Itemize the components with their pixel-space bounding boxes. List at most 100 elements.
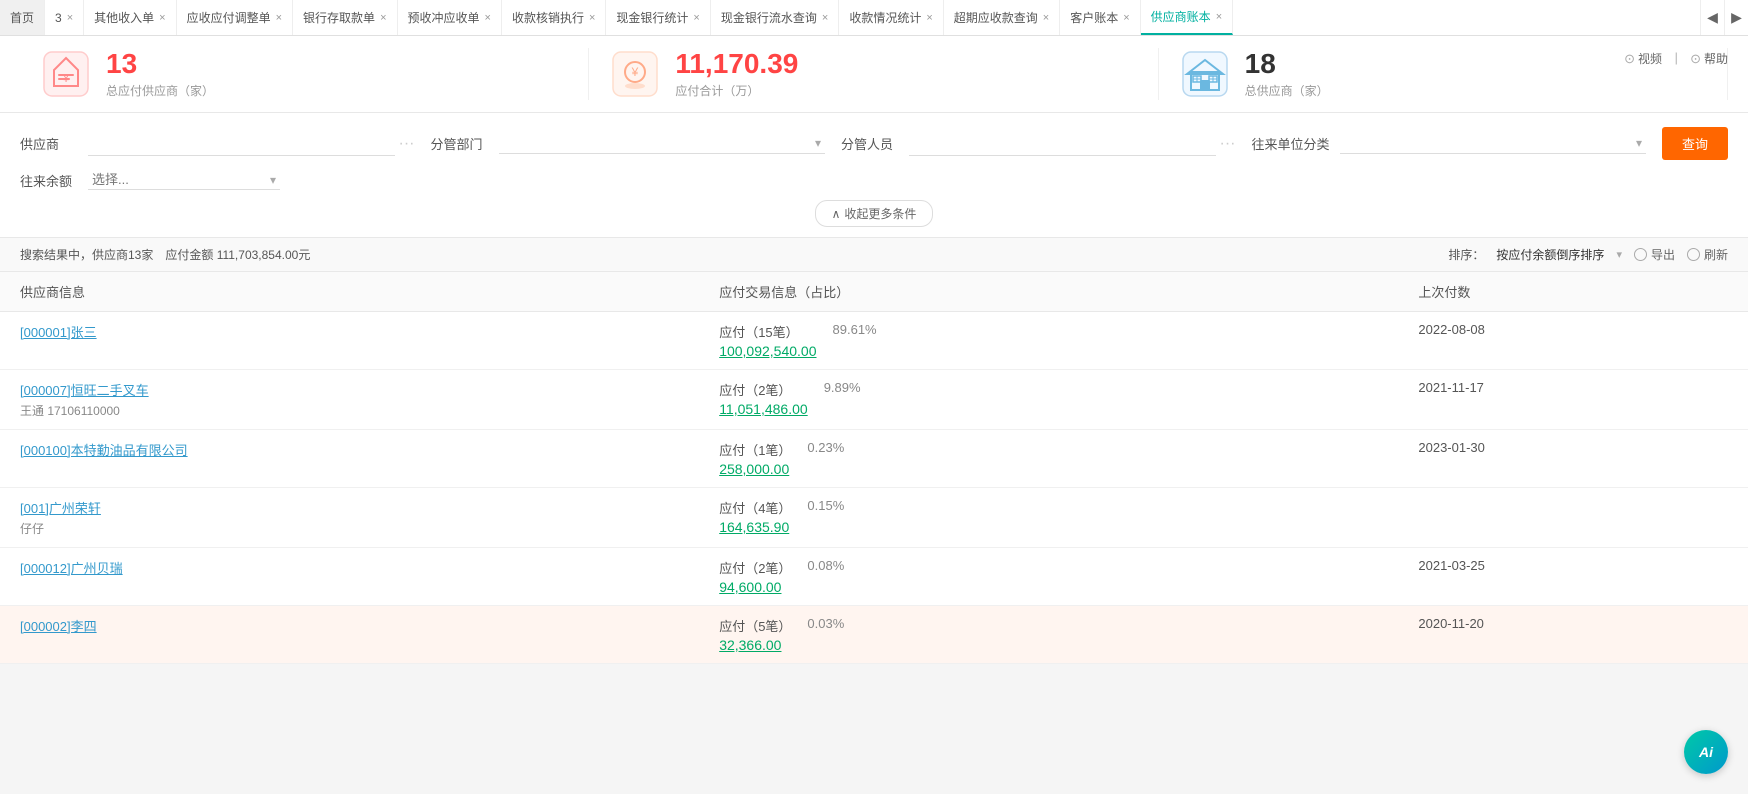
nav-tab-overdue-ar-label: 超期应收款查询 bbox=[954, 9, 1038, 26]
card2-label: 应付合计（万） bbox=[675, 82, 798, 99]
last-pay-cell bbox=[1398, 488, 1748, 548]
sort-value[interactable]: 按应付余额倒序排序 bbox=[1496, 246, 1604, 263]
nav-tab-3[interactable]: 3 × bbox=[45, 0, 84, 35]
close-tab-bank-deposit[interactable]: × bbox=[380, 12, 386, 24]
card3-label: 总供应商（家） bbox=[1245, 82, 1329, 99]
nav-tab-supplier-ledger[interactable]: 供应商账本 × bbox=[1141, 0, 1233, 35]
supplier-info-cell: [000012]广州贝瑞 bbox=[0, 548, 699, 606]
card-icon-payable: ¥ bbox=[40, 48, 92, 100]
table-row: [000002]李四 应付（5笔） 32,366.00 0.03% 2020-1… bbox=[0, 606, 1748, 664]
nav-tab-advance-ar-label: 预收冲应收单 bbox=[408, 9, 480, 26]
supplier-filter-input[interactable] bbox=[88, 132, 395, 156]
payable-amount[interactable]: 164,635.90 bbox=[719, 519, 791, 535]
circle-icon-help: ⊙ bbox=[1690, 51, 1701, 67]
payable-info-cell: 应付（15笔） 100,092,540.00 89.61% bbox=[699, 312, 1398, 370]
refresh-button[interactable]: 刷新 bbox=[1687, 246, 1728, 263]
close-tab-overdue-ar[interactable]: × bbox=[1043, 12, 1049, 24]
supplier-link[interactable]: [000100]本特勤油品有限公司 bbox=[20, 443, 188, 458]
summary-card-payable-total: ¥ 11,170.39 应付合计（万） bbox=[589, 48, 1158, 100]
nav-tab-other-income[interactable]: 其他收入单 × bbox=[84, 0, 176, 35]
supplier-link[interactable]: [001]广州荣轩 bbox=[20, 501, 101, 516]
last-pay-cell: 2021-11-17 bbox=[1398, 370, 1748, 430]
close-tab-cash-bank-stat[interactable]: × bbox=[693, 12, 699, 24]
nav-tab-cash-bank-flow[interactable]: 现金银行流水查询 × bbox=[711, 0, 839, 35]
payable-count: 应付（4笔） bbox=[719, 498, 791, 517]
payable-info-wrapper: 应付（2笔） 11,051,486.00 9.89% bbox=[719, 380, 1378, 417]
nav-tab-receipt-exec[interactable]: 收款核销执行 × bbox=[502, 0, 606, 35]
circle-icon-video: ⊙ bbox=[1624, 51, 1635, 67]
divider: ｜ bbox=[1670, 50, 1682, 67]
supplier-link[interactable]: [000007]恒旺二手叉车 bbox=[20, 383, 149, 398]
nav-prev-arrow[interactable]: ◀ bbox=[1700, 0, 1724, 36]
export-button[interactable]: 导出 bbox=[1634, 246, 1675, 263]
close-tab-cash-bank-flow[interactable]: × bbox=[822, 12, 828, 24]
card1-content: 13 总应付供应商（家） bbox=[106, 49, 214, 99]
payable-detail: 应付（2笔） 94,600.00 bbox=[719, 558, 791, 595]
nav-tab-overdue-ar[interactable]: 超期应收款查询 × bbox=[944, 0, 1060, 35]
results-amount: 应付金额 111,703,854.00元 bbox=[165, 246, 310, 263]
filter-balance: 往来余额 ▾ bbox=[20, 170, 280, 190]
close-tab-other-income[interactable]: × bbox=[159, 12, 165, 24]
nav-tab-advance-ar[interactable]: 预收冲应收单 × bbox=[398, 0, 502, 35]
nav-tab-customer-ledger[interactable]: 客户账本 × bbox=[1060, 0, 1140, 35]
supplier-filter-dots[interactable]: ··· bbox=[399, 135, 415, 153]
nav-tab-customer-ledger-label: 客户账本 bbox=[1070, 9, 1118, 26]
category-filter-select[interactable]: ▾ bbox=[1340, 134, 1647, 154]
payable-amount[interactable]: 100,092,540.00 bbox=[719, 343, 816, 359]
last-pay-cell: 2021-03-25 bbox=[1398, 548, 1748, 606]
balance-filter-select[interactable]: ▾ bbox=[88, 170, 280, 190]
close-tab-receipt-exec[interactable]: × bbox=[589, 12, 595, 24]
category-filter-input[interactable] bbox=[1344, 136, 1636, 151]
balance-filter-label: 往来余额 bbox=[20, 171, 80, 190]
close-tab-receipt-stat[interactable]: × bbox=[926, 12, 932, 24]
ai-button[interactable]: Ai bbox=[1684, 730, 1728, 774]
payable-amount[interactable]: 11,051,486.00 bbox=[719, 401, 808, 417]
category-filter-label: 往来单位分类 bbox=[1252, 134, 1332, 153]
help-link[interactable]: 帮助 bbox=[1704, 50, 1728, 67]
payable-detail: 应付（5笔） 32,366.00 bbox=[719, 616, 791, 653]
payable-amount[interactable]: 32,366.00 bbox=[719, 637, 791, 653]
payable-info-cell: 应付（2笔） 94,600.00 0.08% bbox=[699, 548, 1398, 606]
balance-chevron-icon: ▾ bbox=[270, 173, 276, 187]
filter-row-2: 往来余额 ▾ bbox=[20, 170, 1728, 190]
close-tab-ar-ap-adj[interactable]: × bbox=[276, 12, 282, 24]
dept-filter-select[interactable]: ▾ bbox=[499, 134, 826, 154]
payable-count: 应付（15笔） bbox=[719, 322, 816, 341]
summary-bar: ¥ 13 总应付供应商（家） ¥ 11,170.39 应付合计（万） bbox=[0, 36, 1748, 113]
nav-tab-other-income-label: 其他收入单 bbox=[94, 9, 154, 26]
payable-amount[interactable]: 94,600.00 bbox=[719, 579, 791, 595]
close-tab-advance-ar[interactable]: × bbox=[485, 12, 491, 24]
query-button[interactable]: 查询 bbox=[1662, 127, 1728, 160]
results-bar: 搜索结果中，供应商13家 应付金额 111,703,854.00元 排序： 按应… bbox=[0, 238, 1748, 272]
supplier-link[interactable]: [000012]广州贝瑞 bbox=[20, 561, 123, 576]
collapse-button-label: 收起更多条件 bbox=[844, 205, 916, 222]
nav-tab-receipt-stat[interactable]: 收款情况统计 × bbox=[839, 0, 943, 35]
collapse-button[interactable]: ∧ 收起更多条件 bbox=[815, 200, 934, 227]
nav-tab-home[interactable]: 首页 bbox=[0, 0, 45, 35]
collapse-row: ∧ 收起更多条件 bbox=[20, 200, 1728, 227]
nav-tab-bank-deposit-label: 银行存取款单 bbox=[303, 9, 375, 26]
dept-filter-input[interactable] bbox=[503, 136, 815, 151]
close-tab-supplier-ledger[interactable]: × bbox=[1216, 11, 1222, 23]
person-filter-input[interactable] bbox=[909, 132, 1216, 156]
video-link[interactable]: 视频 bbox=[1638, 50, 1662, 67]
supplier-table: 供应商信息 应付交易信息（占比） 上次付数 [000001]张三 应付（15笔）… bbox=[0, 272, 1748, 664]
payable-info-cell: 应付（4笔） 164,635.90 0.15% bbox=[699, 488, 1398, 548]
close-tab-customer-ledger[interactable]: × bbox=[1123, 12, 1129, 24]
close-tab-3[interactable]: × bbox=[67, 12, 73, 24]
table-row: [000100]本特勤油品有限公司 应付（1笔） 258,000.00 0.23… bbox=[0, 430, 1748, 488]
filter-supplier: 供应商 ··· bbox=[20, 132, 415, 156]
nav-tab-receipt-stat-label: 收款情况统计 bbox=[849, 9, 921, 26]
supplier-link[interactable]: [000001]张三 bbox=[20, 325, 97, 340]
supplier-link[interactable]: [000002]李四 bbox=[20, 619, 97, 634]
balance-filter-input[interactable] bbox=[92, 172, 270, 187]
payable-amount[interactable]: 258,000.00 bbox=[719, 461, 791, 477]
nav-tab-cash-bank-stat[interactable]: 现金银行统计 × bbox=[606, 0, 710, 35]
filter-dept: 分管部门 ▾ bbox=[431, 134, 826, 154]
card2-content: 11,170.39 应付合计（万） bbox=[675, 49, 798, 99]
nav-tab-bank-deposit[interactable]: 银行存取款单 × bbox=[293, 0, 397, 35]
nav-tab-ar-ap-adj[interactable]: 应收应付调整单 × bbox=[177, 0, 293, 35]
person-filter-dots[interactable]: ··· bbox=[1220, 135, 1236, 153]
nav-next-arrow[interactable]: ▶ bbox=[1724, 0, 1748, 36]
card3-content: 18 总供应商（家） bbox=[1245, 49, 1329, 99]
